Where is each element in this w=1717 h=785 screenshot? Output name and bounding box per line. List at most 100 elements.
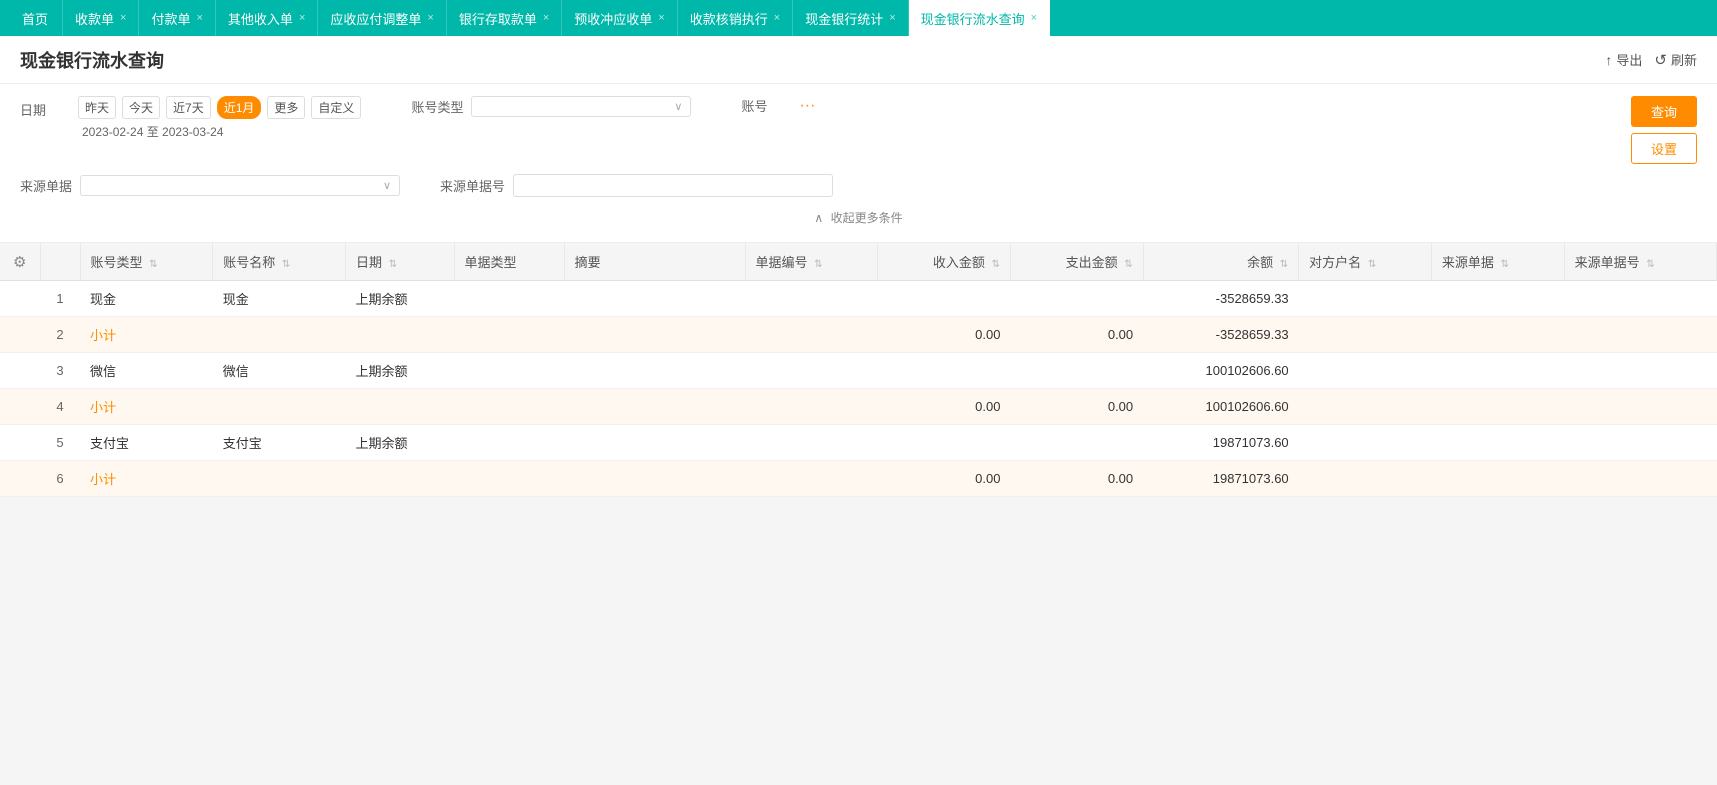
flow-table: ⚙ 账号类型 ⇅ 账号名称 ⇅ 日期 ⇅ 单据类型 摘要 单据编号: [0, 243, 1717, 497]
td-account-name: [213, 389, 346, 425]
source-doc-num-input[interactable]: [513, 174, 833, 197]
td-source-doc-no: [1564, 425, 1716, 461]
nav-tab-prepaid[interactable]: 预收冲应收单 ×: [562, 0, 677, 36]
th-account-name[interactable]: 账号名称 ⇅: [213, 243, 346, 281]
th-index: [40, 243, 80, 281]
td-balance: 19871073.60: [1143, 425, 1299, 461]
date-btn-1month[interactable]: 近1月: [217, 96, 262, 119]
th-date[interactable]: 日期 ⇅: [345, 243, 454, 281]
td-account-type: 微信: [80, 353, 213, 389]
td-expense: 0.00: [1010, 389, 1143, 425]
td-doc-type: [454, 353, 564, 389]
td-source-doc: [1431, 461, 1564, 497]
th-source-doc-no[interactable]: 来源单据号 ⇅: [1564, 243, 1716, 281]
close-icon[interactable]: ×: [658, 12, 664, 24]
th-counterpart[interactable]: 对方户名 ⇅: [1299, 243, 1432, 281]
td-source-doc-no: [1564, 389, 1716, 425]
td-account-name: 支付宝: [213, 425, 346, 461]
close-icon[interactable]: ×: [120, 12, 126, 24]
td-counterpart: [1299, 461, 1432, 497]
query-button[interactable]: 查询: [1631, 96, 1697, 127]
nav-tab-receipts[interactable]: 收款单 ×: [63, 0, 139, 36]
td-counterpart: [1299, 425, 1432, 461]
collapse-bar[interactable]: ∧ 收起更多条件: [20, 205, 1697, 234]
td-source-doc: [1431, 281, 1564, 317]
data-table-container: ⚙ 账号类型 ⇅ 账号名称 ⇅ 日期 ⇅ 单据类型 摘要 单据编号: [0, 243, 1717, 497]
close-icon[interactable]: ×: [889, 12, 895, 24]
td-date: 上期余额: [345, 353, 454, 389]
nav-tab-other-income[interactable]: 其他收入单 ×: [216, 0, 318, 36]
td-income: 0.00: [878, 317, 1011, 353]
date-btn-7days[interactable]: 近7天: [166, 96, 211, 119]
td-source-doc-no: [1564, 461, 1716, 497]
chevron-down-icon: ∨: [674, 100, 682, 113]
td-summary: [564, 317, 745, 353]
th-settings[interactable]: ⚙: [0, 243, 40, 281]
td-settings: [0, 461, 40, 497]
th-balance[interactable]: 余额 ⇅: [1143, 243, 1299, 281]
source-doc-label: 来源单据: [20, 176, 72, 195]
close-icon[interactable]: ×: [543, 12, 549, 24]
account-dots[interactable]: ···: [799, 97, 815, 115]
td-source-doc: [1431, 389, 1564, 425]
td-source-doc-no: [1564, 281, 1716, 317]
td-balance: 100102606.60: [1143, 353, 1299, 389]
td-income: [878, 353, 1011, 389]
td-account-name: 微信: [213, 353, 346, 389]
sort-icon: ⇅: [1124, 259, 1132, 270]
refresh-button[interactable]: ↺ 刷新: [1654, 50, 1697, 69]
sort-icon: ⇅: [1368, 259, 1376, 270]
source-doc-select[interactable]: ∨: [80, 175, 400, 196]
sort-icon: ⇅: [1280, 259, 1288, 270]
account-label: 账号: [741, 96, 791, 115]
th-summary: 摘要: [564, 243, 745, 281]
td-source-doc: [1431, 425, 1564, 461]
th-source-doc[interactable]: 来源单据 ⇅: [1431, 243, 1564, 281]
td-balance: 19871073.60: [1143, 461, 1299, 497]
td-counterpart: [1299, 389, 1432, 425]
export-button[interactable]: ↑ 导出: [1605, 50, 1642, 69]
td-doc-no: [745, 389, 878, 425]
chevron-down-icon: ∨: [383, 179, 391, 192]
close-icon[interactable]: ×: [1031, 12, 1037, 24]
nav-tab-stats[interactable]: 现金银行统计 ×: [793, 0, 908, 36]
gear-icon[interactable]: ⚙: [13, 254, 26, 271]
nav-tab-bank-deposit[interactable]: 银行存取款单 ×: [447, 0, 562, 36]
nav-tab-payments[interactable]: 付款单 ×: [139, 0, 215, 36]
td-expense: [1010, 353, 1143, 389]
td-date: [345, 389, 454, 425]
sort-icon: ⇅: [282, 259, 290, 270]
td-account-type: 小计: [80, 317, 213, 353]
date-range: 2023-02-24 至 2023-03-24: [82, 123, 361, 140]
close-icon[interactable]: ×: [299, 12, 305, 24]
close-icon[interactable]: ×: [774, 12, 780, 24]
sort-icon: ⇅: [1646, 259, 1654, 270]
table-row: 1 现金 现金 上期余额 -3528659.33: [0, 281, 1717, 317]
td-settings: [0, 425, 40, 461]
td-income: [878, 425, 1011, 461]
refresh-icon: ↺: [1654, 51, 1667, 69]
nav-tab-flow-query[interactable]: 现金银行流水查询 ×: [909, 0, 1050, 36]
nav-tab-verify[interactable]: 收款核销执行 ×: [678, 0, 793, 36]
th-doc-no[interactable]: 单据编号 ⇅: [745, 243, 878, 281]
close-icon[interactable]: ×: [196, 12, 202, 24]
table-header-row: ⚙ 账号类型 ⇅ 账号名称 ⇅ 日期 ⇅ 单据类型 摘要 单据编号: [0, 243, 1717, 281]
close-icon[interactable]: ×: [427, 12, 433, 24]
td-settings: [0, 353, 40, 389]
table-body: 1 现金 现金 上期余额 -3528659.33 2 小计 0.00 0.00 …: [0, 281, 1717, 497]
th-income[interactable]: 收入金额 ⇅: [878, 243, 1011, 281]
nav-tab-home[interactable]: 首页: [8, 0, 63, 36]
nav-tab-adjustment[interactable]: 应收应付调整单 ×: [318, 0, 446, 36]
td-doc-no: [745, 461, 878, 497]
settings-button[interactable]: 设置: [1631, 133, 1697, 164]
date-btn-yesterday[interactable]: 昨天: [78, 96, 116, 119]
date-btn-custom[interactable]: 自定义: [311, 96, 361, 119]
td-expense: 0.00: [1010, 317, 1143, 353]
page-title: 现金银行流水查询: [20, 47, 164, 73]
th-expense[interactable]: 支出金额 ⇅: [1010, 243, 1143, 281]
date-btn-today[interactable]: 今天: [122, 96, 160, 119]
filter-area: 日期 昨天 今天 近7天 近1月 更多 自定义 2023-02-24 至 202…: [0, 84, 1717, 243]
th-account-type[interactable]: 账号类型 ⇅: [80, 243, 213, 281]
date-btn-more[interactable]: 更多: [267, 96, 305, 119]
account-type-select[interactable]: ∨: [471, 96, 691, 117]
